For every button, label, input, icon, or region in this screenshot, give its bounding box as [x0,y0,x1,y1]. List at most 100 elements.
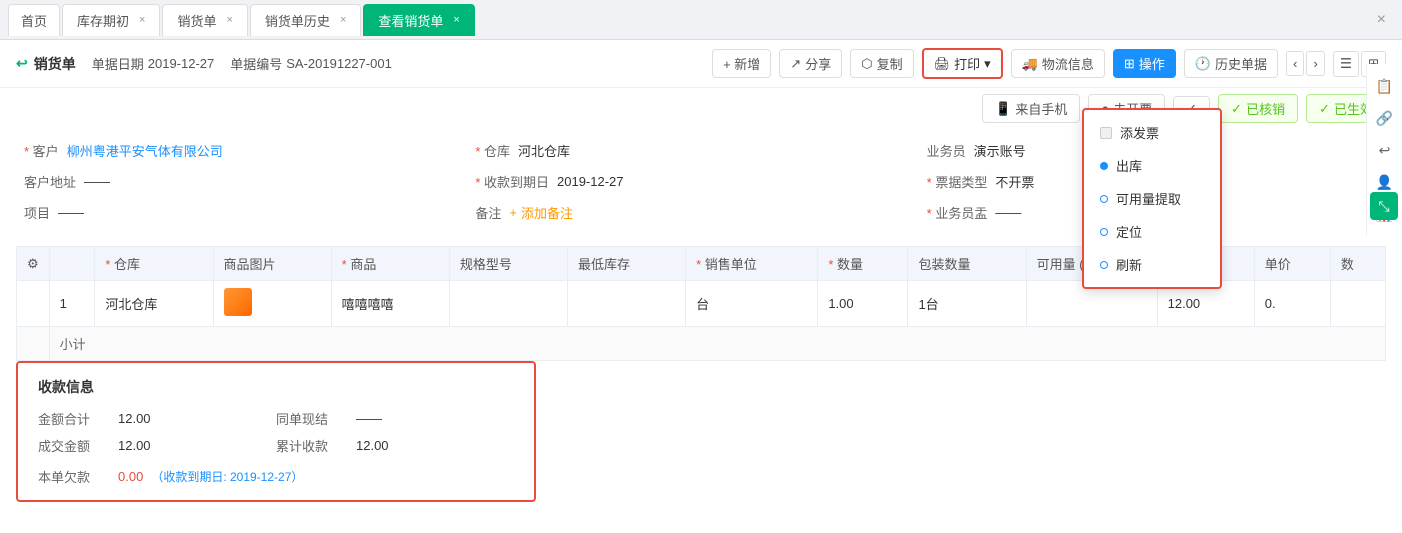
cumulative-field: 累计收款 12.00 [276,436,514,455]
logistics-icon: 🚚 [1022,56,1038,72]
history-label: 历史单据 [1215,54,1267,73]
td-unit: 台 [686,281,818,327]
list-view-button[interactable]: ☰ [1333,51,1359,77]
share-button[interactable]: ↗ 分享 [779,49,842,78]
add-note-button[interactable]: + 添加备注 [509,203,573,222]
th-spec: 规格型号 [449,247,567,281]
th-settings[interactable]: ⚙ [17,247,50,281]
owed-value: 0.00 [118,469,143,484]
cumulative-value: 12.00 [356,438,389,453]
td-subtotal-label: 小计 [49,327,1385,361]
close-button[interactable]: × [1369,7,1394,33]
doc-date-field: 单据日期 2019-12-27 [92,54,215,73]
tab-label: 销货单 [177,11,216,30]
tab-close-history[interactable]: × [340,14,346,26]
dropdown-available-label: 可用量提取 [1116,189,1181,208]
tab-sales-order[interactable]: 销货单 × [162,4,247,36]
tab-sales-history[interactable]: 销货单历史 × [250,4,361,36]
th-product: 商品 [331,247,449,281]
share-label: 分享 [805,54,831,73]
doc-number-value: SA-20191227-001 [286,56,392,71]
amount-field: 金额合计 12.00 [38,409,276,428]
owed-note: （收款到期日: 2019-12-27） [151,468,303,485]
plus-icon: + [509,205,517,220]
td-index: 1 [49,281,95,327]
th-unit-price: 单价 [1254,247,1330,281]
dropdown-refresh[interactable]: 刷新 [1084,248,1220,281]
locate-dot-icon [1100,228,1108,236]
doc-actions: + 新增 ↗ 分享 ⬡ 复制 🖨 打印 ▾ 🚚 物流信息 [712,48,1386,79]
th-unit: 销售单位 [686,247,818,281]
logistics-button[interactable]: 🚚 物流信息 [1011,49,1105,78]
subtotal-row: 小计 [17,327,1386,361]
deal-amount-label: 成交金额 [38,436,110,455]
confirmed-icon: ✓ [1231,101,1242,117]
add-note-label: 添加备注 [521,203,573,222]
note-field: 备注 + 添加备注 [475,203,926,222]
project-value: —— [58,205,84,220]
td-unit-price: 0. [1254,281,1330,327]
customer-value[interactable]: 柳州粤港平安气体有限公司 [67,141,223,160]
document-header: ↩ 销货单 单据日期 2019-12-27 单据编号 SA-20191227-0… [0,40,1402,88]
warehouse-field: 仓库 河北仓库 [475,141,926,160]
sidebar-icon-3[interactable]: ↩ [1371,136,1399,164]
doc-number-label: 单据编号 [230,54,282,73]
tab-close-view[interactable]: × [453,14,459,26]
th-min-stock: 最低库存 [567,247,685,281]
new-button[interactable]: + 新增 [712,49,771,78]
tab-home[interactable]: 首页 [8,4,60,36]
owed-label: 本单欠款 [38,467,110,486]
note-label: 备注 [475,203,501,222]
ticket-square-icon [1100,127,1112,139]
copy-label: 复制 [877,54,903,73]
available-dot-icon [1100,195,1108,203]
doc-type-label: 销货单 [34,54,76,74]
dropdown-locate[interactable]: 定位 [1084,215,1220,248]
ops-button[interactable]: ⊞ 操作 [1113,49,1176,78]
next-button[interactable]: › [1306,51,1324,76]
dropdown-locate-label: 定位 [1116,222,1142,241]
tab-close-inventory[interactable]: × [139,14,145,26]
prev-button[interactable]: ‹ [1286,51,1304,76]
confirmed-label: 已核销 [1246,99,1285,118]
payment-grid: 金额合计 12.00 同单现结 —— 成交金额 12.00 累计收款 12.00… [38,409,514,486]
payment-box: 收款信息 金额合计 12.00 同单现结 —— 成交金额 12.00 累计收款 … [16,361,536,502]
td-package-qty: 1台 [908,281,1026,327]
effective-icon: ✓ [1319,101,1330,117]
cumulative-label: 累计收款 [276,436,348,455]
copy-button[interactable]: ⬡ 复制 [850,49,913,78]
project-field: 项目 —— [24,203,475,222]
warehouse-value: 河北仓库 [518,141,570,160]
tab-close-sales[interactable]: × [226,14,232,26]
staff2-label: 业务员盂 [927,203,988,222]
tab-view-sales[interactable]: 查看销货单 × [363,4,474,36]
phone-icon: 📱 [995,101,1011,117]
share-icon: ↗ [790,56,801,72]
tab-home-label: 首页 [21,11,47,30]
td-more [1330,281,1385,327]
tab-label: 销货单历史 [265,11,330,30]
dropdown-available[interactable]: 可用量提取 [1084,182,1220,215]
sidebar-icon-1[interactable]: 📋 [1371,72,1399,100]
doc-icon: ↩ [16,55,28,72]
dropdown-outbound[interactable]: 出库 [1084,149,1220,182]
payment-title: 收款信息 [38,377,514,397]
td-subtotal-settings [17,327,50,361]
tab-inventory-init[interactable]: 库存期初 × [62,4,160,36]
print-button[interactable]: 🖨 打印 ▾ [922,48,1003,79]
copy-icon: ⬡ [861,56,872,72]
dropdown-add-ticket[interactable]: 添发票 [1084,116,1220,149]
same-order-label: 同单现结 [276,409,348,428]
tab-label: 库存期初 [77,11,129,30]
expand-icon[interactable]: ⤡ [1370,192,1398,220]
staff2-value: —— [995,205,1021,220]
history-button[interactable]: 🕐 历史单据 [1184,49,1278,78]
confirmed-button[interactable]: ✓ 已核销 [1218,94,1298,123]
expand-button[interactable]: ⤡ [1370,192,1398,220]
doc-date-value: 2019-12-27 [148,56,215,71]
payment-date-field: 收款到期日 2019-12-27 [475,172,926,191]
td-spec [449,281,567,327]
sidebar-icon-2[interactable]: 🔗 [1371,104,1399,132]
th-product-img: 商品图片 [213,247,331,281]
from-phone-button[interactable]: 📱 来自手机 [982,94,1080,123]
